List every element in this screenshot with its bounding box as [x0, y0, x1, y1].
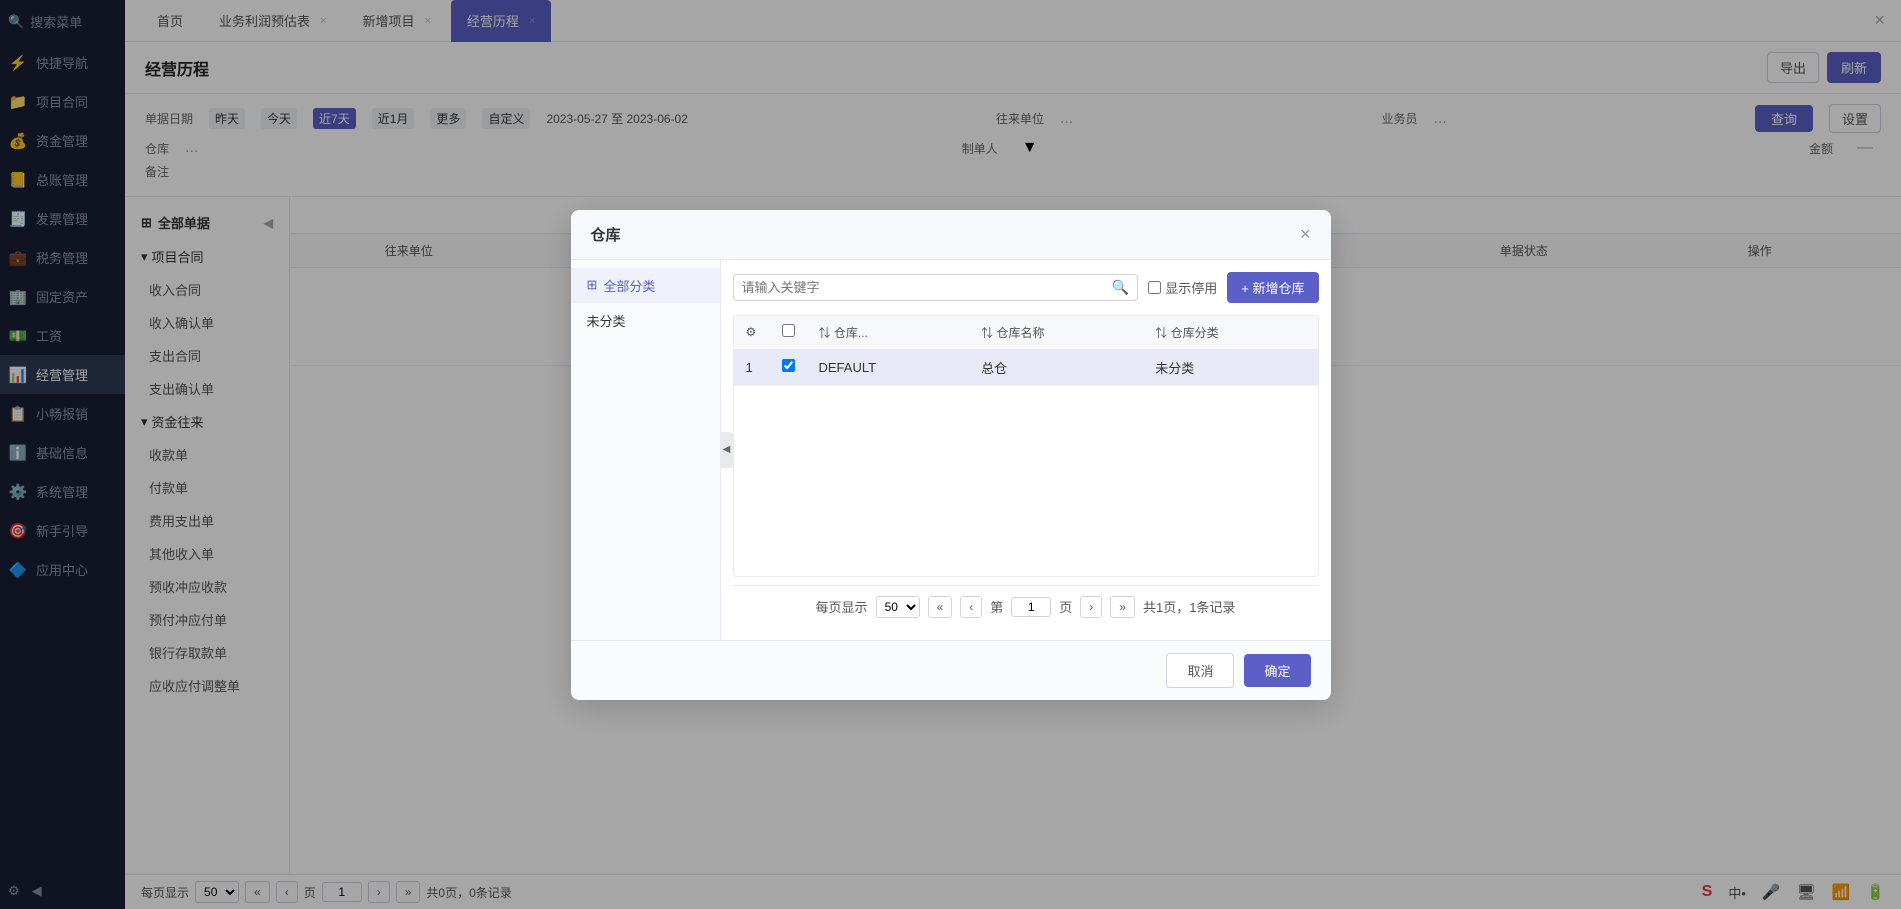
- modal-last-btn[interactable]: »: [1110, 596, 1135, 618]
- modal-page-label: 第: [990, 597, 1003, 616]
- sort-icon-up: ⇅: [819, 326, 831, 340]
- row-name: 总仓: [969, 349, 1143, 385]
- th-modal-code: ⇅ 仓库...: [807, 316, 970, 350]
- modal-per-page-select[interactable]: 50: [876, 596, 920, 618]
- modal-table-header-row: ⚙ ⇅ 仓库... ⇅ 仓库名称: [734, 316, 1318, 350]
- category-all-label: 全部分类: [603, 276, 655, 295]
- th-modal-category: ⇅ 仓库分类: [1143, 316, 1317, 350]
- row-select-checkbox[interactable]: [782, 359, 795, 372]
- row-checkbox[interactable]: [770, 349, 807, 385]
- modal-right-panel: 🔍 显示停用 + 新增仓库 ⚙: [721, 260, 1331, 640]
- modal-header: 仓库 ×: [571, 210, 1331, 260]
- category-uncat-label: 未分类: [587, 311, 626, 330]
- row-seq: 1: [734, 349, 770, 385]
- modal-title: 仓库: [591, 224, 621, 245]
- modal-footer: 取消 确定: [571, 640, 1331, 700]
- row-code: DEFAULT: [807, 349, 970, 385]
- modal-toolbar: 🔍 显示停用 + 新增仓库: [733, 272, 1319, 303]
- modal-pagination: 每页显示 50 « ‹ 第 页 › » 共1页，1条记录: [733, 585, 1319, 628]
- modal-first-btn[interactable]: «: [928, 596, 953, 618]
- modal-total: 共1页，1条记录: [1143, 597, 1235, 616]
- modal-page-input[interactable]: [1011, 597, 1051, 617]
- th-modal-settings[interactable]: ⚙: [734, 316, 770, 350]
- show-disabled-label[interactable]: 显示停用: [1148, 278, 1217, 297]
- modal-body: ⊞ 全部分类 未分类 ◀ 🔍: [571, 260, 1331, 640]
- th-modal-name: ⇅ 仓库名称: [969, 316, 1143, 350]
- modal-confirm-button[interactable]: 确定: [1244, 654, 1310, 687]
- warehouse-search-icon[interactable]: 🔍: [1112, 279, 1129, 296]
- modal-page-suffix: 页: [1059, 597, 1072, 616]
- modal-category-uncat[interactable]: 未分类: [571, 303, 720, 338]
- modal-categories-panel: ⊞ 全部分类 未分类 ◀: [571, 260, 721, 640]
- modal-next-btn[interactable]: ›: [1080, 596, 1102, 618]
- table-row[interactable]: 1 DEFAULT 总仓 未分类: [734, 349, 1318, 385]
- sort-icon-name: ⇅: [981, 326, 993, 340]
- row-category: 未分类: [1143, 349, 1317, 385]
- sort-icon-cat: ⇅: [1155, 326, 1167, 340]
- add-warehouse-button[interactable]: + 新增仓库: [1227, 272, 1318, 303]
- modal-close-button[interactable]: ×: [1300, 225, 1311, 243]
- modal-table: ⚙ ⇅ 仓库... ⇅ 仓库名称: [734, 316, 1318, 386]
- collapse-icon: ◀: [723, 444, 731, 455]
- modal-select-all[interactable]: [782, 324, 795, 337]
- modal-search-box: 🔍: [733, 274, 1139, 301]
- modal-prev-btn[interactable]: ‹: [960, 596, 982, 618]
- modal-panel-collapse[interactable]: ◀: [720, 432, 734, 468]
- modal-table-wrap: ⚙ ⇅ 仓库... ⇅ 仓库名称: [733, 315, 1319, 577]
- grid-icon-modal: ⊞: [587, 277, 598, 293]
- modal-category-all[interactable]: ⊞ 全部分类: [571, 268, 720, 303]
- modal-overlay: 仓库 × ⊞ 全部分类 未分类 ◀: [0, 0, 1901, 909]
- th-modal-checkbox: [770, 316, 807, 350]
- show-disabled-checkbox[interactable]: [1148, 281, 1161, 294]
- modal-cancel-button[interactable]: 取消: [1166, 653, 1234, 688]
- warehouse-modal: 仓库 × ⊞ 全部分类 未分类 ◀: [571, 210, 1331, 700]
- warehouse-search-input[interactable]: [742, 280, 1106, 295]
- modal-per-page-label: 每页显示: [816, 597, 868, 616]
